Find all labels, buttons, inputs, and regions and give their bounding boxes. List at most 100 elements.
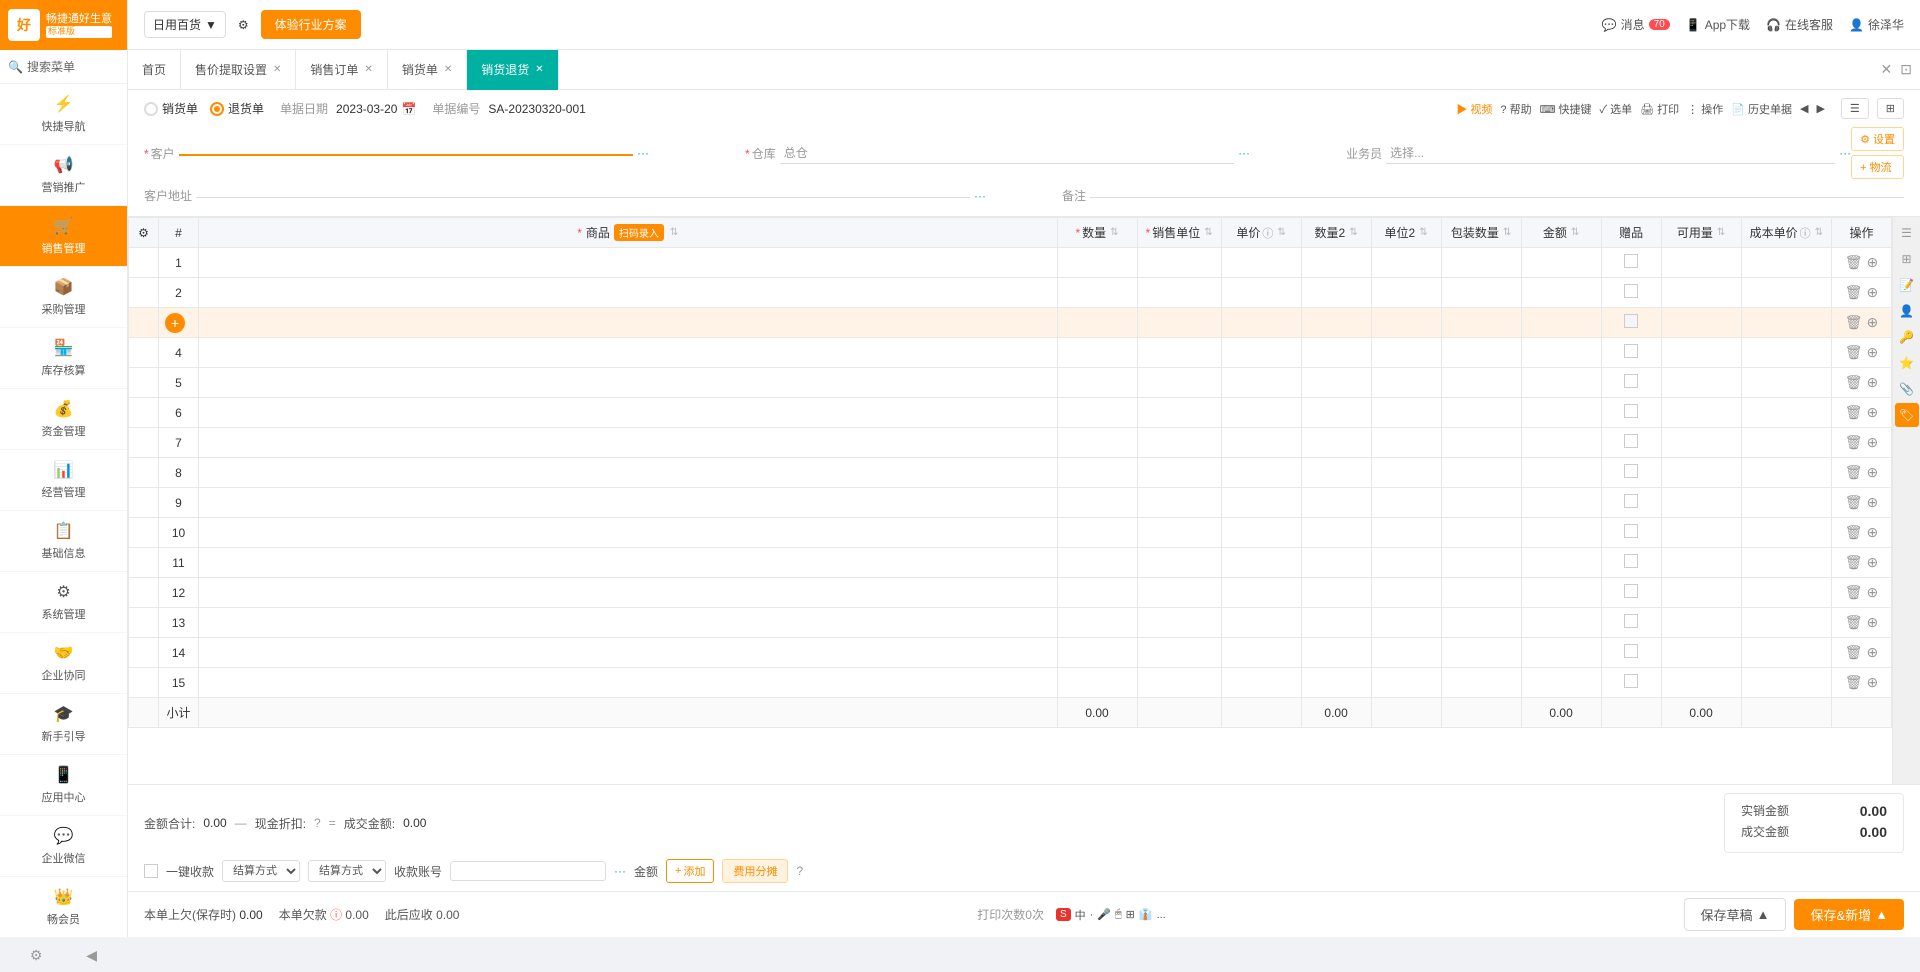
row-unit2-6[interactable] [1371,398,1441,428]
trial-btn[interactable]: 体验行业方案 [261,10,361,39]
row-price-3[interactable] [1221,308,1301,338]
delete-row-icon-14[interactable]: 🗑 [1845,644,1863,661]
sidebar-item-inventory[interactable]: 🏪 库存核算 [0,328,127,389]
row-qty-9[interactable] [1057,488,1137,518]
row-avail-2[interactable] [1661,278,1741,308]
row-price-12[interactable] [1221,578,1301,608]
sidebar-item-basic-info[interactable]: 📋 基础信息 [0,511,127,572]
row-qty2-10[interactable] [1301,518,1371,548]
sidebar-item-app-center[interactable]: 📱 应用中心 [0,755,127,816]
row-gift-13[interactable] [1601,608,1661,638]
row-qty2-3[interactable] [1301,308,1371,338]
one-click-pay-checkbox[interactable] [144,864,158,878]
right-panel-key-icon[interactable]: 🔑 [1895,325,1919,349]
row-amount-15[interactable] [1521,668,1601,698]
row-gift-2[interactable] [1601,278,1661,308]
row-qty-15[interactable] [1057,668,1137,698]
row-avail-3[interactable] [1661,308,1741,338]
right-panel-list-icon[interactable]: ☰ [1895,221,1919,245]
sort-pkg-icon[interactable]: ⇅ [1503,227,1511,238]
cost-info-icon[interactable]: ⓘ [1800,225,1811,241]
sidebar-item-quick-nav[interactable]: ⚡ 快捷导航 [0,84,127,145]
right-panel-person-icon[interactable]: 👤 [1895,299,1919,323]
right-panel-note-icon[interactable]: 📝 [1895,273,1919,297]
row-unit-4[interactable] [1137,338,1221,368]
gift-checkbox-13[interactable] [1624,614,1638,628]
row-cost-13[interactable] [1741,608,1831,638]
gift-checkbox-2[interactable] [1624,284,1638,298]
row-cost-4[interactable] [1741,338,1831,368]
table-view-btn[interactable]: ☰ [1841,98,1869,119]
delete-row-icon-5[interactable]: 🗑 [1845,374,1863,391]
row-price-11[interactable] [1221,548,1301,578]
copy-row-icon-4[interactable]: ⊕ [1867,344,1879,361]
row-avail-5[interactable] [1661,368,1741,398]
delete-row-icon-8[interactable]: 🗑 [1845,464,1863,481]
salesperson-input[interactable]: 选择... [1386,142,1835,164]
sort-price-icon[interactable]: ⇅ [1277,227,1285,238]
row-price-4[interactable] [1221,338,1301,368]
row-qty2-12[interactable] [1301,578,1371,608]
row-unit-5[interactable] [1137,368,1221,398]
row-unit2-8[interactable] [1371,458,1441,488]
row-amount-14[interactable] [1521,638,1601,668]
delete-row-icon-12[interactable]: 🗑 [1845,584,1863,601]
row-pkg-13[interactable] [1441,608,1521,638]
copy-row-icon-6[interactable]: ⊕ [1867,404,1879,421]
row-price-5[interactable] [1221,368,1301,398]
row-avail-12[interactable] [1661,578,1741,608]
tab-close-sales-return[interactable]: ✕ [535,64,543,75]
copy-row-icon-3[interactable]: ⊕ [1867,314,1879,331]
history-btn[interactable]: 📄 历史单据 [1731,101,1792,117]
split-help-icon[interactable]: ? [796,864,803,878]
delete-row-icon-3[interactable]: 🗑 [1845,314,1863,331]
row-gift-11[interactable] [1601,548,1661,578]
row-qty-10[interactable] [1057,518,1137,548]
row-cost-2[interactable] [1741,278,1831,308]
sidebar-item-enterprise[interactable]: 🤝 企业协同 [0,633,127,694]
tab-sales-order[interactable]: 销售订单 ✕ [296,50,387,90]
row-gift-14[interactable] [1601,638,1661,668]
select-btn[interactable]: ✓ 选单 [1600,101,1633,117]
settings-gear-icon[interactable]: ⚙ [238,18,249,32]
row-amount-12[interactable] [1521,578,1601,608]
copy-row-icon-7[interactable]: ⊕ [1867,434,1879,451]
right-panel-tag-icon[interactable]: 🏷 [1895,403,1919,427]
row-amount-1[interactable] [1521,248,1601,278]
row-amount-13[interactable] [1521,608,1601,638]
radio-return[interactable]: 退货单 [210,100,264,117]
logistics-btn[interactable]: + 物流 [1851,155,1904,179]
row-unit-10[interactable] [1137,518,1221,548]
gift-checkbox-12[interactable] [1624,584,1638,598]
row-unit2-2[interactable] [1371,278,1441,308]
row-cost-5[interactable] [1741,368,1831,398]
row-price-9[interactable] [1221,488,1301,518]
row-unit-9[interactable] [1137,488,1221,518]
sidebar-item-wechat[interactable]: 💬 企业微信 [0,816,127,877]
row-qty2-9[interactable] [1301,488,1371,518]
add-row-btn[interactable]: + [165,313,185,333]
tab-home[interactable]: 首页 [128,50,181,90]
row-unit2-1[interactable] [1371,248,1441,278]
row-unit-12[interactable] [1137,578,1221,608]
row-pkg-7[interactable] [1441,428,1521,458]
gift-checkbox-7[interactable] [1624,434,1638,448]
calc-method-select[interactable]: 结算方式 [308,860,386,882]
collapse-icon[interactable]: ◀ [86,947,97,964]
next-doc-icon[interactable]: ▶ [1816,102,1824,115]
row-amount-8[interactable] [1521,458,1601,488]
row-price-2[interactable] [1221,278,1301,308]
row-qty-3[interactable] [1057,308,1137,338]
row-qty-13[interactable] [1057,608,1137,638]
row-gift-9[interactable] [1601,488,1661,518]
row-unit2-15[interactable] [1371,668,1441,698]
row-qty2-5[interactable] [1301,368,1371,398]
row-unit2-13[interactable] [1371,608,1441,638]
save-draft-btn[interactable]: 保存草稿 ▲ [1684,898,1787,931]
warehouse-select-btn[interactable]: ··· [1238,146,1250,160]
row-unit2-3[interactable] [1371,308,1441,338]
row-qty2-15[interactable] [1301,668,1371,698]
row-price-7[interactable] [1221,428,1301,458]
tab-close-sales-order[interactable]: ✕ [364,64,372,75]
price-info-icon[interactable]: ⓘ [1262,225,1273,241]
